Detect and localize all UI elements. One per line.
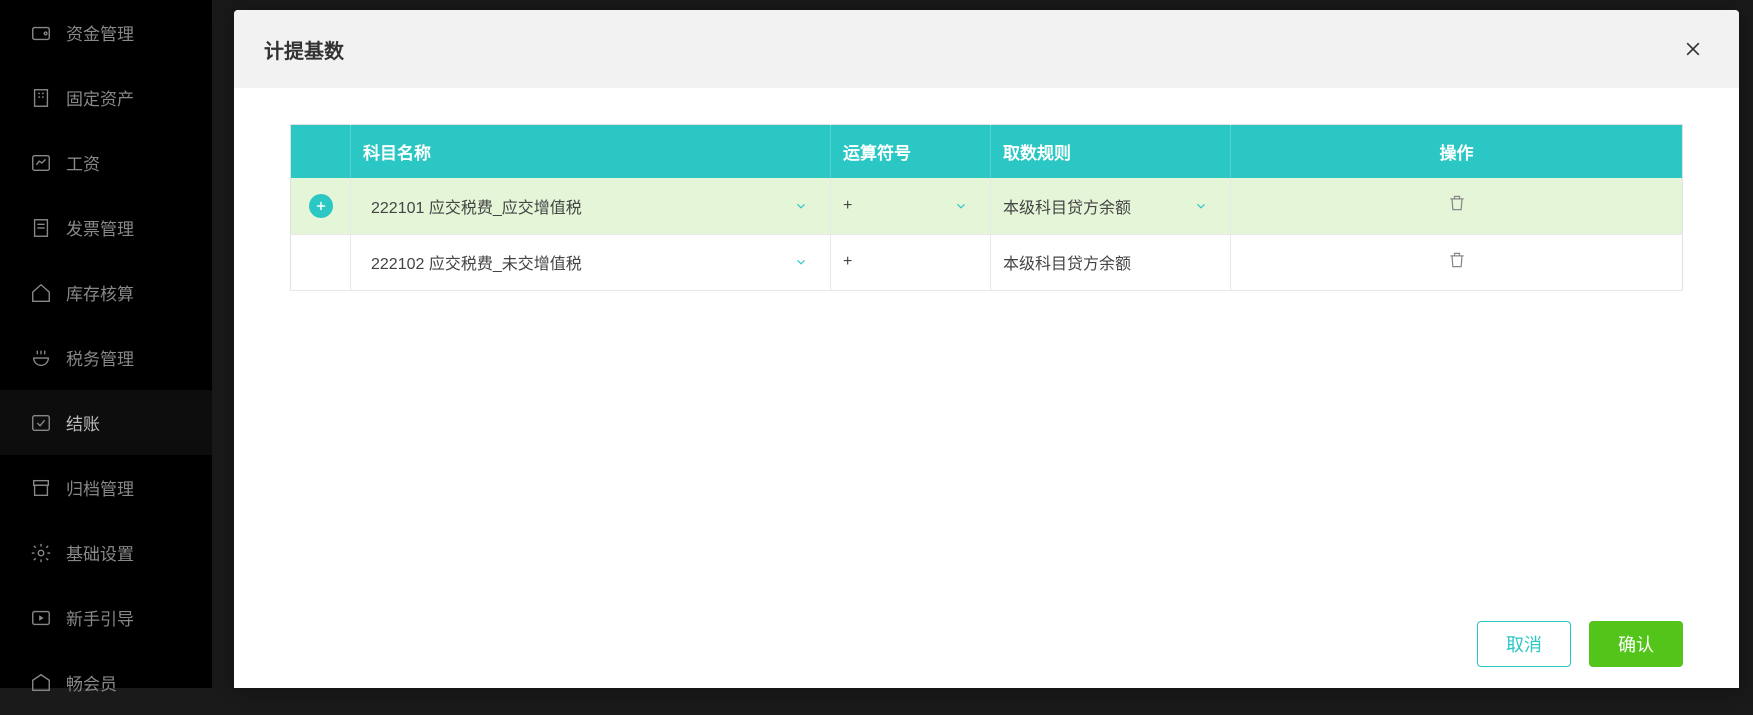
- rule-select[interactable]: 本级科目贷方余额: [1003, 235, 1218, 290]
- sidebar-item-invoice[interactable]: 发票管理: [0, 195, 212, 260]
- chart-icon: [30, 152, 52, 174]
- th-operator: 运算符号: [831, 125, 991, 179]
- operator-value: +: [843, 253, 852, 271]
- rule-value: 本级科目贷方余额: [1003, 250, 1131, 274]
- confirm-button[interactable]: 确认: [1589, 621, 1683, 667]
- operator-select[interactable]: +: [843, 235, 978, 290]
- th-action: 操作: [1231, 125, 1683, 179]
- sidebar: 资金管理 固定资产 工资 发票管理 库存核算 税务管理 结账 归档管理 基础设置…: [0, 0, 212, 688]
- chevron-down-icon: [792, 253, 810, 271]
- modal-footer: 取消 确认: [234, 600, 1739, 688]
- sidebar-label: 资金管理: [66, 20, 134, 45]
- sidebar-label: 固定资产: [66, 85, 134, 110]
- subject-select[interactable]: 222101 应交税费_应交增值税: [363, 178, 818, 234]
- archive-icon: [30, 477, 52, 499]
- operator-select[interactable]: +: [843, 178, 978, 234]
- chevron-down-icon: [1192, 197, 1210, 215]
- sidebar-label: 基础设置: [66, 540, 134, 565]
- delete-row-button[interactable]: [1447, 193, 1467, 213]
- check-icon: [30, 412, 52, 434]
- cancel-button[interactable]: 取消: [1477, 621, 1571, 667]
- plus-icon: [314, 199, 328, 213]
- sidebar-label: 畅会员: [66, 670, 117, 695]
- gear-icon: [30, 542, 52, 564]
- rule-value: 本级科目贷方余额: [1003, 194, 1131, 218]
- table-row: 222102 应交税费_未交增值税 + 本级科目贷方余额: [291, 234, 1683, 290]
- modal-body: 科目名称 运算符号 取数规则 操作 222101 应交税费_应交增值税: [234, 88, 1739, 600]
- modal-header: 计提基数: [234, 10, 1739, 88]
- sidebar-label: 新手引导: [66, 605, 134, 630]
- th-add: [291, 125, 351, 179]
- trash-icon: [1447, 193, 1467, 213]
- close-icon: [1683, 38, 1703, 60]
- th-subject: 科目名称: [351, 125, 831, 179]
- sidebar-item-fixed-assets[interactable]: 固定资产: [0, 65, 212, 130]
- chevron-down-icon: [952, 197, 970, 215]
- sidebar-label: 归档管理: [66, 475, 134, 500]
- sidebar-item-inventory[interactable]: 库存核算: [0, 260, 212, 325]
- sidebar-item-funds[interactable]: 资金管理: [0, 0, 212, 65]
- modal-title: 计提基数: [264, 35, 344, 64]
- th-rule: 取数规则: [991, 125, 1231, 179]
- sidebar-item-closing[interactable]: 结账: [0, 390, 212, 455]
- subject-value: 222102 应交税费_未交增值税: [363, 250, 582, 274]
- vip-icon: [30, 672, 52, 694]
- sidebar-item-vip[interactable]: 畅会员: [0, 650, 212, 715]
- play-icon: [30, 607, 52, 629]
- sidebar-item-guide[interactable]: 新手引导: [0, 585, 212, 650]
- sidebar-item-settings[interactable]: 基础设置: [0, 520, 212, 585]
- sidebar-label: 工资: [66, 150, 100, 175]
- accrual-table: 科目名称 运算符号 取数规则 操作 222101 应交税费_应交增值税: [290, 124, 1683, 291]
- house-icon: [30, 282, 52, 304]
- sidebar-label: 发票管理: [66, 215, 134, 240]
- add-row-button[interactable]: [309, 194, 333, 218]
- sidebar-label: 结账: [66, 410, 100, 435]
- modal-accrual-base: 计提基数 科目名称 运算符号 取数规则 操作: [234, 10, 1739, 688]
- sidebar-item-salary[interactable]: 工资: [0, 130, 212, 195]
- close-button[interactable]: [1683, 39, 1703, 59]
- rule-select[interactable]: 本级科目贷方余额: [1003, 178, 1218, 234]
- sidebar-item-archive[interactable]: 归档管理: [0, 455, 212, 520]
- building-icon: [30, 87, 52, 109]
- sidebar-label: 税务管理: [66, 345, 134, 370]
- sidebar-label: 库存核算: [66, 280, 134, 305]
- receipt-icon: [30, 217, 52, 239]
- subject-select[interactable]: 222102 应交税费_未交增值税: [363, 235, 818, 290]
- table-row: 222101 应交税费_应交增值税 + 本级科目贷方余额: [291, 178, 1683, 234]
- bowl-icon: [30, 347, 52, 369]
- trash-icon: [1447, 250, 1467, 270]
- wallet-icon: [30, 22, 52, 44]
- delete-row-button[interactable]: [1447, 250, 1467, 270]
- operator-value: +: [843, 197, 852, 215]
- sidebar-item-tax[interactable]: 税务管理: [0, 325, 212, 390]
- chevron-down-icon: [792, 197, 810, 215]
- subject-value: 222101 应交税费_应交增值税: [363, 194, 582, 218]
